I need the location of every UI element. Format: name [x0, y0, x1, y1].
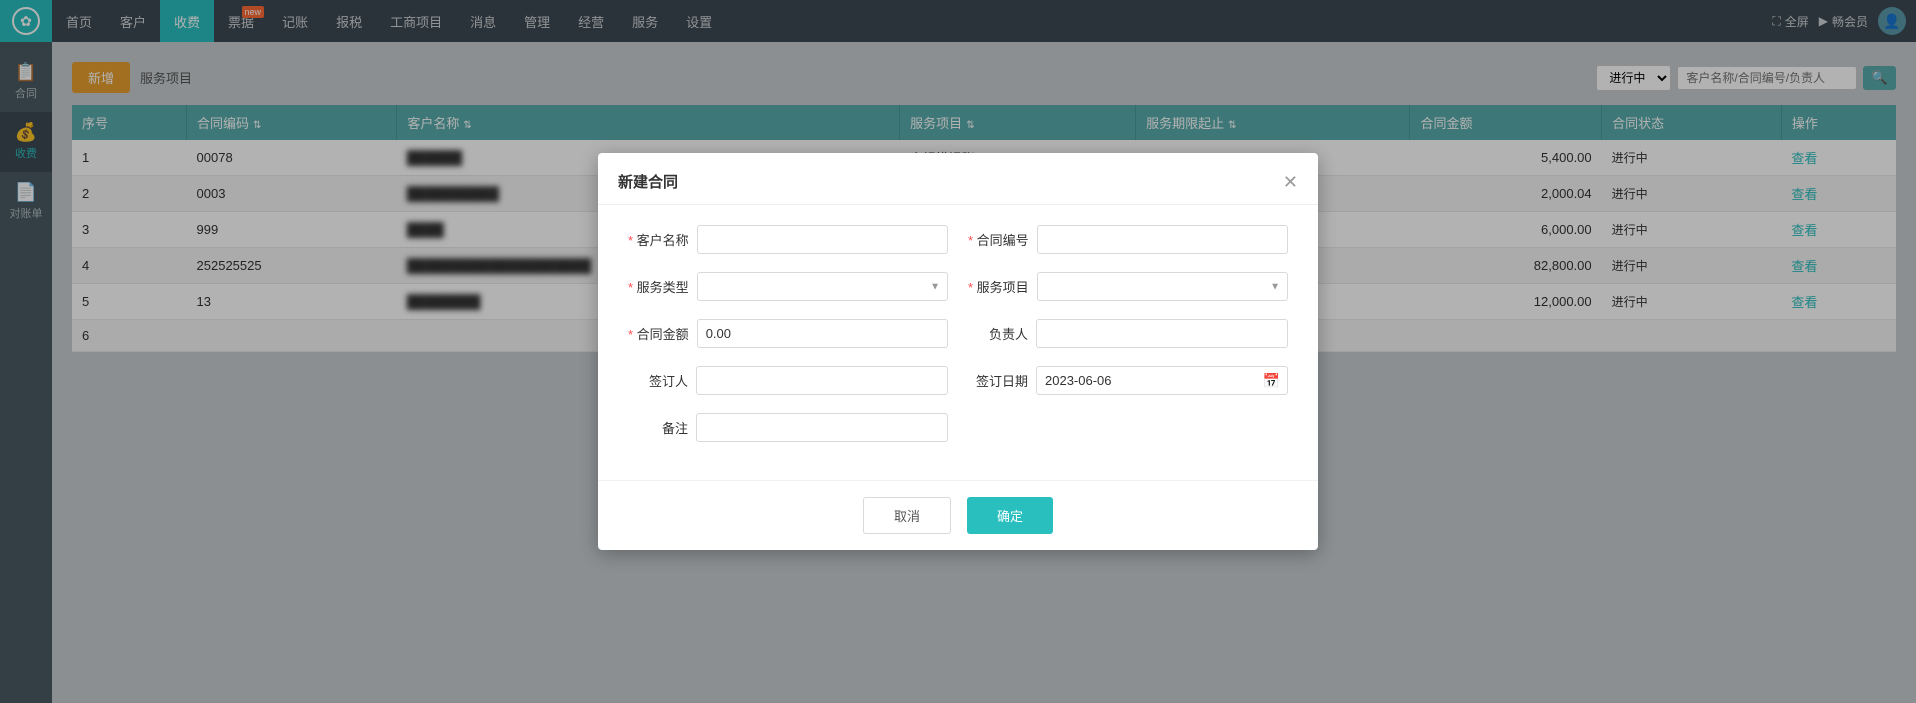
sign-date-input[interactable] — [1036, 366, 1288, 395]
modal-close-button[interactable]: ✕ — [1283, 173, 1298, 191]
form-row-2: 服务类型 服务项目 — [628, 272, 1288, 301]
form-row-1: 客户名称 合同编号 — [628, 225, 1288, 254]
modal-overlay: 新建合同 ✕ 客户名称 合同编号 服务类型 — [0, 0, 1916, 703]
service-type-label: 服务类型 — [628, 277, 689, 296]
modal-header: 新建合同 ✕ — [598, 153, 1318, 205]
form-group-contract-no: 合同编号 — [968, 225, 1288, 254]
service-type-select-wrap — [697, 272, 948, 301]
customer-name-input[interactable] — [697, 225, 948, 254]
modal-footer: 取消 确定 — [598, 480, 1318, 550]
form-row-5: 备注 — [628, 413, 1288, 442]
assignee-input[interactable] — [1036, 319, 1288, 348]
service-item-label: 服务项目 — [968, 277, 1029, 296]
service-item-select-wrap — [1037, 272, 1288, 301]
service-type-select[interactable] — [697, 272, 948, 301]
form-row-3: 合同金额 负责人 — [628, 319, 1288, 348]
assignee-label: 负责人 — [968, 324, 1028, 343]
signer-input[interactable] — [696, 366, 948, 395]
amount-label: 合同金额 — [628, 324, 689, 343]
form-group-amount: 合同金额 — [628, 319, 948, 348]
form-group-service-item: 服务项目 — [968, 272, 1288, 301]
sign-date-label: 签订日期 — [968, 371, 1028, 390]
signer-label: 签订人 — [628, 371, 688, 390]
modal-title: 新建合同 — [618, 171, 678, 192]
contract-no-label: 合同编号 — [968, 230, 1029, 249]
sign-date-wrap: 📅 — [1036, 366, 1288, 395]
cancel-button[interactable]: 取消 — [863, 497, 951, 534]
calendar-icon[interactable]: 📅 — [1263, 372, 1280, 389]
form-group-signer: 签订人 — [628, 366, 948, 395]
form-group-customer: 客户名称 — [628, 225, 948, 254]
form-group-assignee: 负责人 — [968, 319, 1288, 348]
remark-label: 备注 — [628, 418, 688, 437]
remark-spacer — [968, 413, 1288, 442]
customer-name-label: 客户名称 — [628, 230, 689, 249]
confirm-button[interactable]: 确定 — [967, 497, 1053, 534]
form-group-remark: 备注 — [628, 413, 948, 442]
amount-input[interactable] — [697, 319, 948, 348]
form-row-4: 签订人 签订日期 📅 — [628, 366, 1288, 395]
contract-no-input[interactable] — [1037, 225, 1288, 254]
form-group-sign-date: 签订日期 📅 — [968, 366, 1288, 395]
new-contract-modal: 新建合同 ✕ 客户名称 合同编号 服务类型 — [598, 153, 1318, 550]
modal-body: 客户名称 合同编号 服务类型 — [598, 205, 1318, 480]
form-group-service-type: 服务类型 — [628, 272, 948, 301]
remark-input[interactable] — [696, 413, 948, 442]
service-item-select[interactable] — [1037, 272, 1288, 301]
